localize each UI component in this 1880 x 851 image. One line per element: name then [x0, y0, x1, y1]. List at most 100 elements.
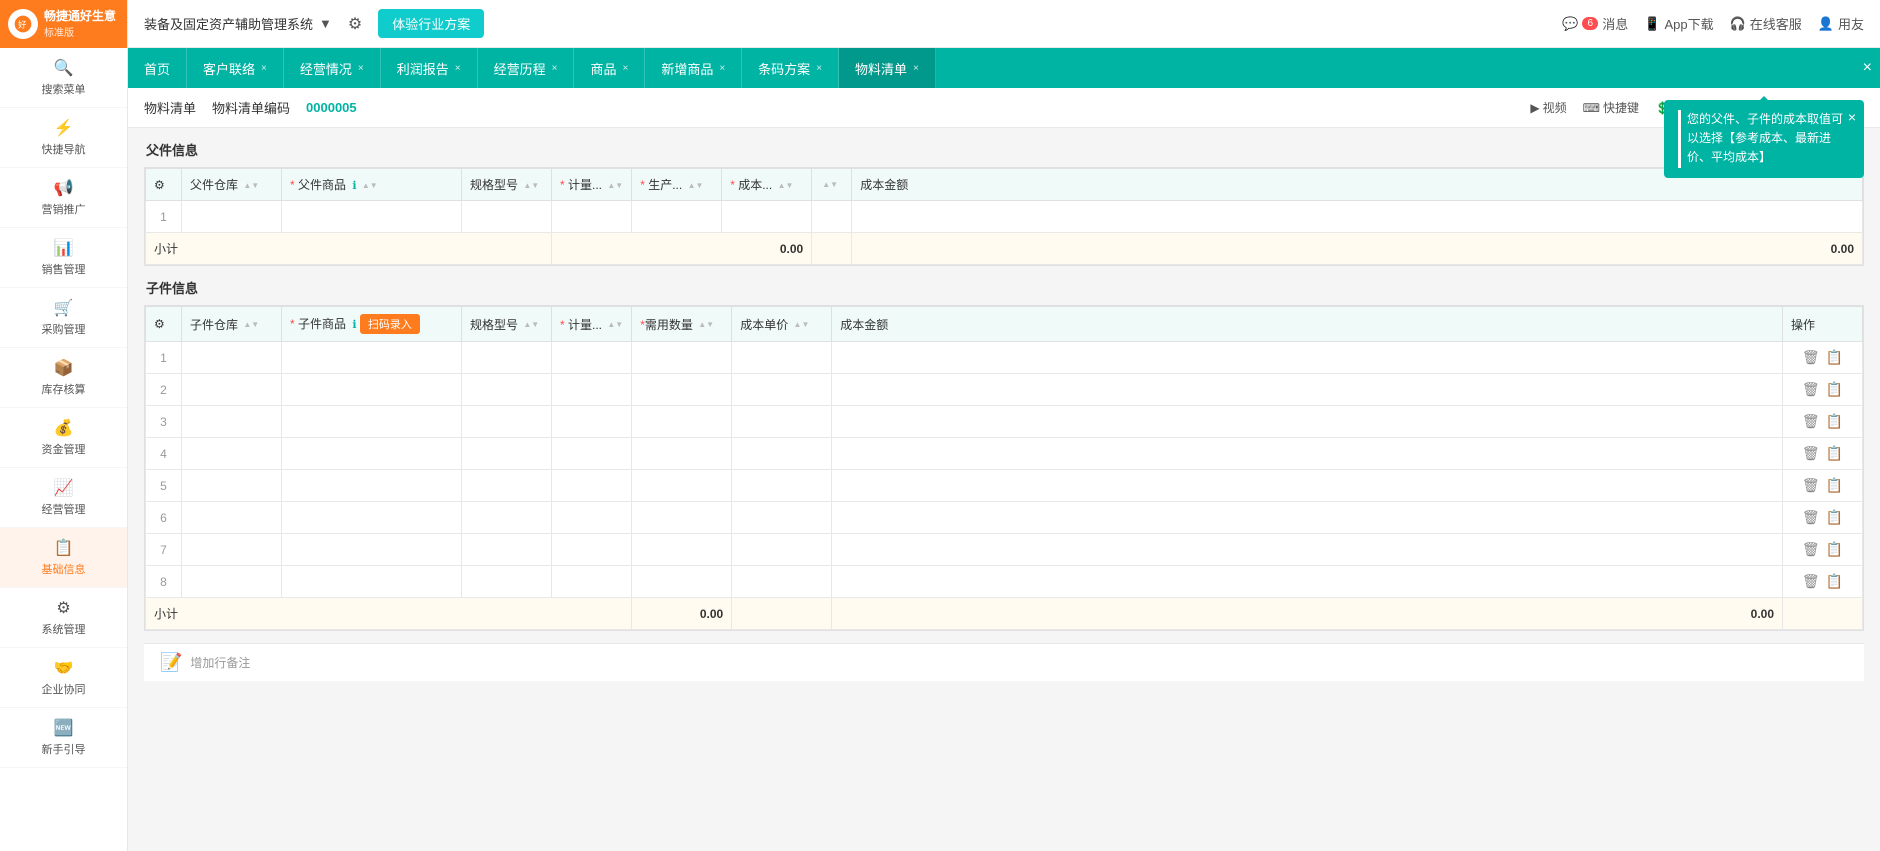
tab-add-goods-close[interactable]: × [719, 63, 725, 74]
child-product-cell-1[interactable] [282, 342, 462, 374]
sort-icon[interactable]: ▲▼ [523, 321, 539, 329]
delete-icon[interactable]: 🗑 [1802, 413, 1820, 430]
copy-icon[interactable]: 📋 [1826, 413, 1843, 430]
tab-customer[interactable]: 客户联络 × [187, 48, 284, 88]
parent-unit-cell[interactable] [552, 201, 632, 233]
add-row-icon[interactable]: 📝 [160, 652, 182, 673]
child-unit-input-1[interactable] [552, 342, 631, 373]
parent-product-cell[interactable] [282, 201, 462, 233]
parent-extra-cell[interactable] [812, 201, 852, 233]
delete-icon[interactable]: 🗑 [1802, 477, 1820, 494]
sort-icon[interactable]: ▲▼ [794, 321, 810, 329]
copy-icon[interactable]: 📋 [1826, 573, 1843, 590]
delete-icon[interactable]: 🗑 [1802, 381, 1820, 398]
tab-history[interactable]: 经营历程 × [478, 48, 575, 88]
tab-history-close[interactable]: × [552, 63, 558, 74]
child-unit-cost-input-2[interactable] [732, 374, 831, 405]
sidebar-item-marketing[interactable]: 📢 营销推广 [0, 168, 127, 228]
tab-operation[interactable]: 经营情况 × [284, 48, 381, 88]
copy-icon[interactable]: 📋 [1826, 349, 1843, 366]
child-qty-input-1[interactable] [632, 342, 731, 373]
info-icon[interactable]: ℹ [352, 180, 356, 192]
delete-icon[interactable]: 🗑 [1802, 573, 1820, 590]
tab-profit-close[interactable]: × [455, 63, 461, 74]
sort-icon[interactable]: ▲▼ [688, 182, 704, 190]
delete-icon[interactable]: 🗑 [1802, 509, 1820, 526]
tab-barcode-close[interactable]: × [816, 63, 822, 74]
tab-bom[interactable]: 物料清单 × [839, 48, 936, 88]
delete-icon[interactable]: 🗑 [1802, 541, 1820, 558]
parent-amount-cell[interactable] [852, 201, 1863, 233]
breadcrumb-item1[interactable]: 物料清单 [144, 98, 204, 117]
child-product-cell-2[interactable] [282, 374, 462, 406]
sidebar-item-collab[interactable]: 🤝 企业协同 [0, 648, 127, 708]
child-unit-cell-1[interactable] [552, 342, 632, 374]
child-amount-input-1[interactable] [832, 342, 1782, 373]
system-dropdown-icon[interactable]: ▼ [319, 16, 332, 31]
scan-button[interactable]: 扫码录入 [360, 314, 420, 334]
child-unit-cost-input-1[interactable] [732, 342, 831, 373]
child-unit-cell-2[interactable] [552, 374, 632, 406]
sort-icon[interactable]: ▲▼ [523, 182, 539, 190]
user-item[interactable]: 👤 用友 [1818, 14, 1864, 33]
trial-button[interactable]: 体验行业方案 [378, 9, 484, 38]
child-spec-cell-1[interactable] [462, 342, 552, 374]
copy-icon[interactable]: 📋 [1826, 541, 1843, 558]
delete-icon[interactable]: 🗑 [1802, 445, 1820, 462]
parent-unit-input[interactable] [552, 201, 631, 232]
parent-produce-input[interactable] [632, 201, 721, 232]
tab-profit[interactable]: 利润报告 × [381, 48, 478, 88]
copy-icon[interactable]: 📋 [1826, 445, 1843, 462]
parent-produce-cell[interactable] [632, 201, 722, 233]
sort-icon[interactable]: ▲▼ [822, 181, 838, 189]
child-unit-input-2[interactable] [552, 374, 631, 405]
child-spec-input-1[interactable] [462, 342, 551, 373]
sidebar-item-guide[interactable]: 🆕 新手引导 [0, 708, 127, 768]
close-all-tabs[interactable]: × [1855, 59, 1880, 77]
parent-spec-input[interactable] [462, 201, 551, 232]
tab-home[interactable]: 首页 [128, 48, 187, 88]
child-product-input-2[interactable] [282, 374, 461, 405]
sidebar-item-quicknav[interactable]: ⚡ 快捷导航 [0, 108, 127, 168]
parent-amount-input[interactable] [852, 201, 1862, 232]
child-amount-input-2[interactable] [832, 374, 1782, 405]
sidebar-item-sales[interactable]: 📊 销售管理 [0, 228, 127, 288]
sidebar-item-inventory[interactable]: 📦 库存核算 [0, 348, 127, 408]
child-warehouse-cell-1[interactable] [182, 342, 282, 374]
child-warehouse-cell-2[interactable] [182, 374, 282, 406]
delete-icon[interactable]: 🗑 [1802, 349, 1820, 366]
child-warehouse-input-2[interactable] [182, 374, 281, 405]
child-qty-input-2[interactable] [632, 374, 731, 405]
sidebar-item-system[interactable]: ⚙ 系统管理 [0, 588, 127, 648]
sidebar-item-finance[interactable]: 💰 资金管理 [0, 408, 127, 468]
child-qty-cell-2[interactable] [632, 374, 732, 406]
tab-barcode[interactable]: 条码方案 × [742, 48, 839, 88]
tab-customer-close[interactable]: × [261, 63, 267, 74]
online-service-item[interactable]: 🎧 在线客服 [1730, 14, 1802, 33]
copy-icon[interactable]: 📋 [1826, 477, 1843, 494]
parent-extra-input[interactable] [812, 201, 851, 232]
parent-cost-cell[interactable] [722, 201, 812, 233]
sidebar-item-basic-info[interactable]: 📋 基础信息 [0, 528, 127, 588]
child-amount-cell-2[interactable] [832, 374, 1783, 406]
child-amount-cell-1[interactable] [832, 342, 1783, 374]
th-child-settings[interactable]: ⚙ [146, 307, 182, 342]
shortcut-action[interactable]: ⌨ 快捷键 [1583, 99, 1639, 116]
child-spec-cell-2[interactable] [462, 374, 552, 406]
tab-goods-close[interactable]: × [622, 63, 628, 74]
sort-icon[interactable]: ▲▼ [243, 182, 259, 190]
app-download-item[interactable]: 📱 App下载 [1644, 14, 1713, 33]
copy-icon[interactable]: 📋 [1826, 381, 1843, 398]
sort-icon[interactable]: ▲▼ [778, 182, 794, 190]
info-icon[interactable]: ℹ [352, 319, 356, 331]
child-unit-cost-cell-2[interactable] [732, 374, 832, 406]
sort-icon[interactable]: ▲▼ [698, 321, 714, 329]
sidebar-item-operations[interactable]: 📈 经营管理 [0, 468, 127, 528]
parent-spec-cell[interactable] [462, 201, 552, 233]
child-warehouse-input-1[interactable] [182, 342, 281, 373]
sort-icon[interactable]: ▲▼ [607, 182, 623, 190]
child-qty-cell-1[interactable] [632, 342, 732, 374]
video-action[interactable]: ▶ 视频 [1530, 99, 1566, 116]
parent-product-input[interactable] [282, 201, 461, 232]
child-spec-input-2[interactable] [462, 374, 551, 405]
